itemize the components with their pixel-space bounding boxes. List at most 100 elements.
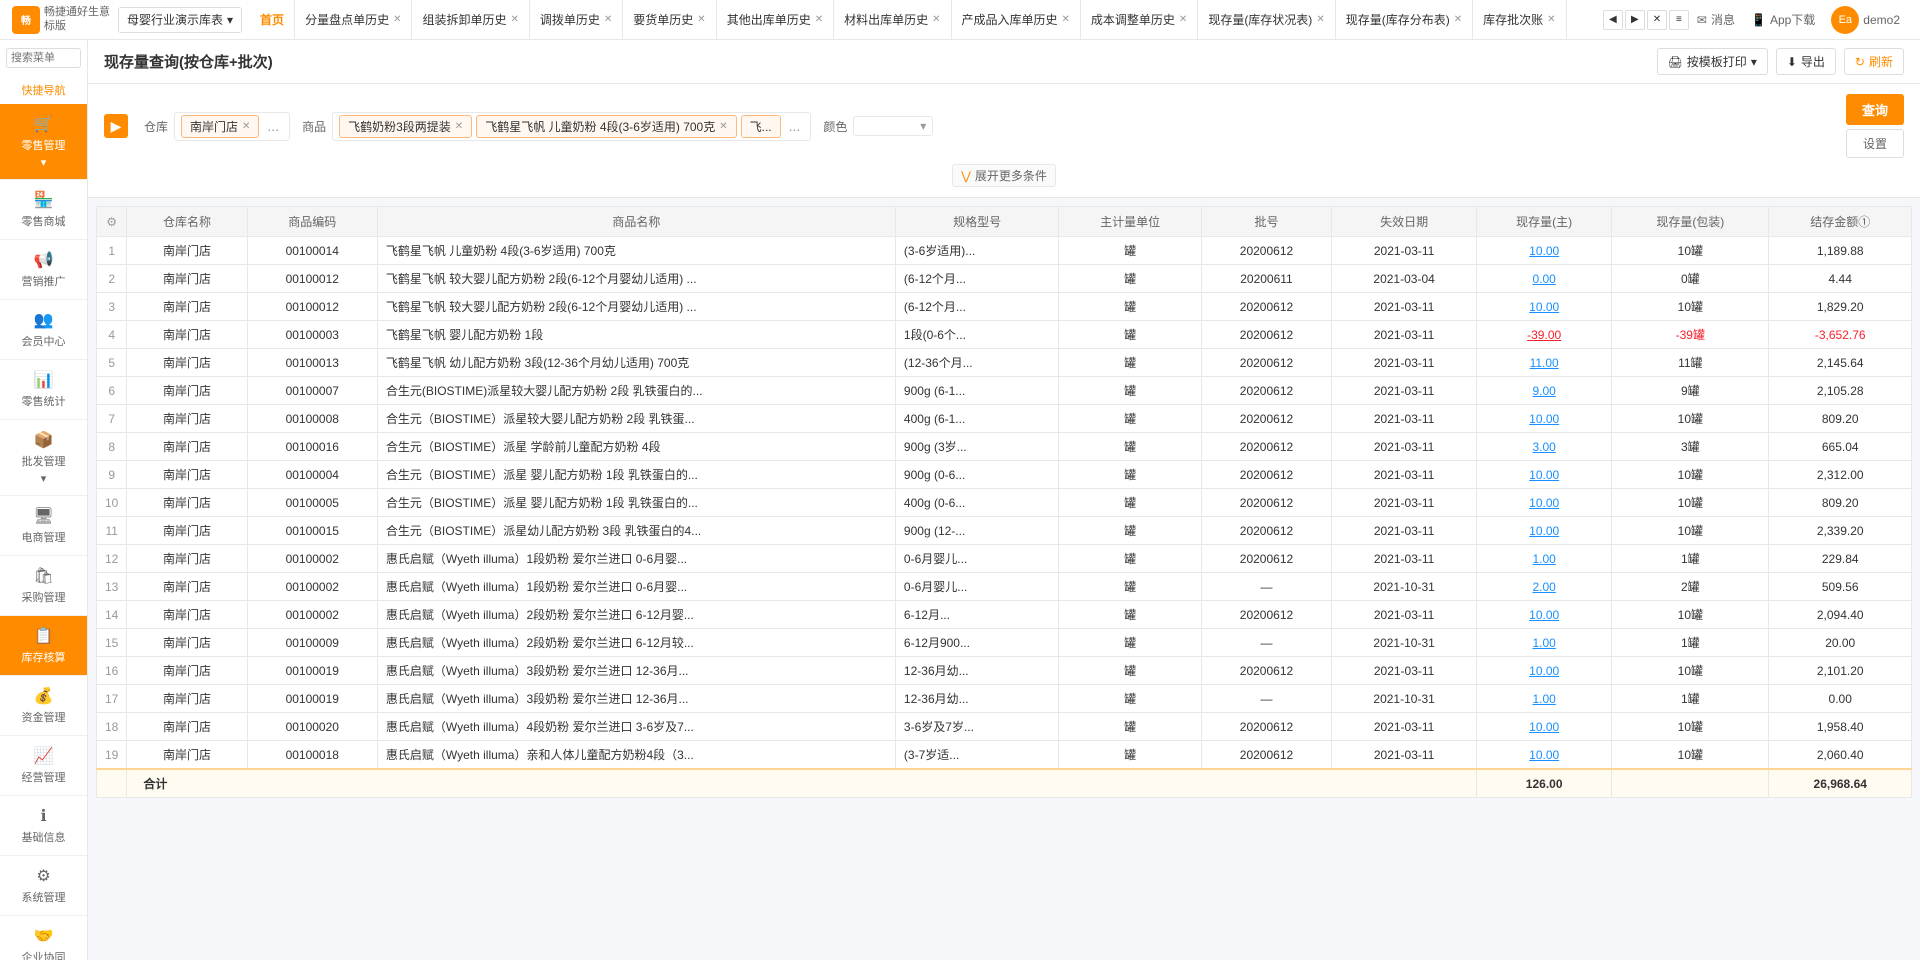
cell-qty-main[interactable]: 10.00	[1477, 517, 1612, 545]
col-setting-header[interactable]: ⚙	[97, 207, 127, 237]
cell-qty-main[interactable]: 10.00	[1477, 293, 1612, 321]
cell-warehouse: 南岸门店	[127, 685, 247, 713]
user-avatar[interactable]: Ea demo2	[1831, 6, 1900, 34]
cell-qty-main[interactable]: 1.00	[1477, 629, 1612, 657]
tab-chengben[interactable]: 成本调整单历史 ✕	[1081, 0, 1198, 40]
cell-qty-main[interactable]: 9.00	[1477, 377, 1612, 405]
cell-name: 惠氏启赋（Wyeth illuma）3段奶粉 爱尔兰进口 12-36月...	[377, 685, 895, 713]
cell-qty-pack: 2罐	[1612, 573, 1769, 601]
refresh-icon: ↻	[1855, 55, 1865, 69]
cell-qty-main[interactable]: 10.00	[1477, 657, 1612, 685]
refresh-btn[interactable]: ↻ 刷新	[1844, 48, 1904, 75]
sidebar-item-collab[interactable]: 🤝 企业协同	[0, 916, 87, 960]
sidebar-item-marketing[interactable]: 📢 营销推广	[0, 240, 87, 300]
product-more-btn[interactable]: ...	[785, 118, 805, 134]
table-row: 7 南岸门店 00100008 合生元（BIOSTIME）派星较大婴儿配方奶粉 …	[97, 405, 1912, 433]
close-icon[interactable]: ✕	[1454, 14, 1462, 25]
sidebar-item-shop[interactable]: 🏪 零售商城	[0, 180, 87, 240]
sidebar-item-basic[interactable]: ℹ 基础信息	[0, 796, 87, 856]
cell-qty-main[interactable]: 1.00	[1477, 685, 1612, 713]
tab-yaohuo[interactable]: 要货单历史 ✕	[623, 0, 716, 40]
close-icon[interactable]: ✕	[1062, 14, 1070, 25]
cell-expire: 2021-03-11	[1332, 741, 1477, 770]
sidebar-item-finance[interactable]: 💰 资金管理	[0, 676, 87, 736]
product-tag-2: 飞鹤星飞帆 儿童奶粉 4段(3-6岁适用) 700克 ✕	[476, 115, 736, 138]
cell-code: 00100015	[247, 517, 377, 545]
table-row: 16 南岸门店 00100019 惠氏启赋（Wyeth illuma）3段奶粉 …	[97, 657, 1912, 685]
col-unit-header: 主计量单位	[1059, 207, 1201, 237]
warehouse-more[interactable]: ...	[263, 118, 283, 134]
remove-product2-icon[interactable]: ✕	[719, 121, 727, 132]
tab-xiancun-zhuangtai[interactable]: 现存量(库存状况表) ✕	[1198, 0, 1335, 40]
sidebar-item-wholesale[interactable]: 📦 批发管理 ▾	[0, 420, 87, 496]
cell-qty-main[interactable]: 10.00	[1477, 237, 1612, 265]
nav-left[interactable]: ◀	[1603, 10, 1623, 30]
tab-selector[interactable]: 母婴行业演示库表 ▾	[118, 7, 242, 33]
sidebar-item-inventory[interactable]: 📋 库存核算	[0, 616, 87, 676]
tab-cailiao[interactable]: 材料出库单历史 ✕	[834, 0, 951, 40]
cell-qty-main[interactable]: 10.00	[1477, 461, 1612, 489]
sidebar-item-system[interactable]: ⚙ 系统管理	[0, 856, 87, 916]
cell-warehouse: 南岸门店	[127, 545, 247, 573]
search-input[interactable]	[6, 48, 81, 68]
app-download-btn[interactable]: 📱 App下载	[1751, 11, 1815, 28]
tab-diaibo[interactable]: 调拨单历史 ✕	[530, 0, 623, 40]
nav-close[interactable]: ✕	[1647, 10, 1667, 30]
close-icon[interactable]: ✕	[815, 14, 823, 25]
home-tab[interactable]: 首页	[250, 0, 295, 40]
cell-qty-main[interactable]: 1.00	[1477, 545, 1612, 573]
row-num: 9	[97, 461, 127, 489]
filter-expand-toggle[interactable]: ▶	[104, 114, 128, 138]
sidebar-item-operations[interactable]: 📈 经营管理	[0, 736, 87, 796]
remove-warehouse-icon[interactable]: ✕	[242, 121, 250, 132]
warehouse-input[interactable]: 南岸门店 ✕ ...	[174, 112, 290, 141]
tab-xiancun-fenbu[interactable]: 现存量(库存分布表) ✕	[1336, 0, 1473, 40]
close-icon[interactable]: ✕	[1179, 14, 1187, 25]
cell-qty-main[interactable]: 0.00	[1477, 265, 1612, 293]
close-icon[interactable]: ✕	[697, 14, 705, 25]
sidebar-item-member[interactable]: 👥 会员中心	[0, 300, 87, 360]
quick-nav[interactable]: 快捷导航	[0, 76, 87, 104]
cell-qty-main[interactable]: 11.00	[1477, 349, 1612, 377]
message-btn[interactable]: ✉ 消息	[1697, 11, 1735, 28]
export-btn[interactable]: ⬇ 导出	[1776, 48, 1836, 75]
close-icon[interactable]: ✕	[1547, 14, 1555, 25]
tab-fenpan[interactable]: 分量盘点单历史 ✕	[295, 0, 412, 40]
cell-qty-main[interactable]: 2.00	[1477, 573, 1612, 601]
close-icon[interactable]: ✕	[932, 14, 940, 25]
table-row: 5 南岸门店 00100013 飞鹤星飞帆 幼儿配方奶粉 3段(12-36个月幼…	[97, 349, 1912, 377]
template-print-btn[interactable]: 🖨 按模板打印 ▾	[1657, 48, 1768, 75]
cell-name: 飞鹤星飞帆 婴儿配方奶粉 1段	[377, 321, 895, 349]
sidebar-item-ecommerce[interactable]: 🖥 电商管理	[0, 496, 87, 556]
tab-chuku[interactable]: 其他出库单历史 ✕	[717, 0, 834, 40]
settings-icon[interactable]: ⚙	[106, 215, 117, 229]
close-icon[interactable]: ✕	[393, 14, 401, 25]
nav-menu[interactable]: ≡	[1669, 10, 1689, 30]
close-icon[interactable]: ✕	[1316, 14, 1324, 25]
product-tags-input[interactable]: 飞鹤奶粉3段两提装 ✕ 飞鹤星飞帆 儿童奶粉 4段(3-6岁适用) 700克 ✕…	[332, 112, 811, 141]
cell-qty-main[interactable]: 10.00	[1477, 601, 1612, 629]
close-icon[interactable]: ✕	[604, 14, 612, 25]
cell-spec: 900g (6-1...	[895, 377, 1058, 405]
set-btn[interactable]: 设置	[1846, 129, 1904, 158]
sidebar-item-stats[interactable]: 📊 零售统计	[0, 360, 87, 420]
cell-qty-main[interactable]: 10.00	[1477, 741, 1612, 770]
sidebar-item-retail[interactable]: 🛒 零售管理 ▾	[0, 104, 87, 180]
sidebar-item-purchase[interactable]: 🛍 采购管理	[0, 556, 87, 616]
cell-qty-main[interactable]: 10.00	[1477, 713, 1612, 741]
remove-product1-icon[interactable]: ✕	[455, 121, 463, 132]
nav-right[interactable]: ▶	[1625, 10, 1645, 30]
cell-qty-main[interactable]: 10.00	[1477, 405, 1612, 433]
cell-qty-main[interactable]: -39.00	[1477, 321, 1612, 349]
close-icon[interactable]: ✕	[510, 14, 518, 25]
row-num: 3	[97, 293, 127, 321]
cell-spec: 12-36月幼...	[895, 685, 1058, 713]
query-btn[interactable]: 查询	[1846, 94, 1904, 125]
cell-qty-main[interactable]: 3.00	[1477, 433, 1612, 461]
tab-chanpin[interactable]: 产成品入库单历史 ✕	[952, 0, 1081, 40]
color-input[interactable]: ▾	[853, 116, 933, 136]
tab-pici[interactable]: 库存批次账 ✕	[1473, 0, 1566, 40]
cell-qty-main[interactable]: 10.00	[1477, 489, 1612, 517]
tab-zuchuan[interactable]: 组装拆卸单历史 ✕	[412, 0, 529, 40]
expand-more-btn[interactable]: ⋁ 展开更多条件	[952, 164, 1056, 187]
